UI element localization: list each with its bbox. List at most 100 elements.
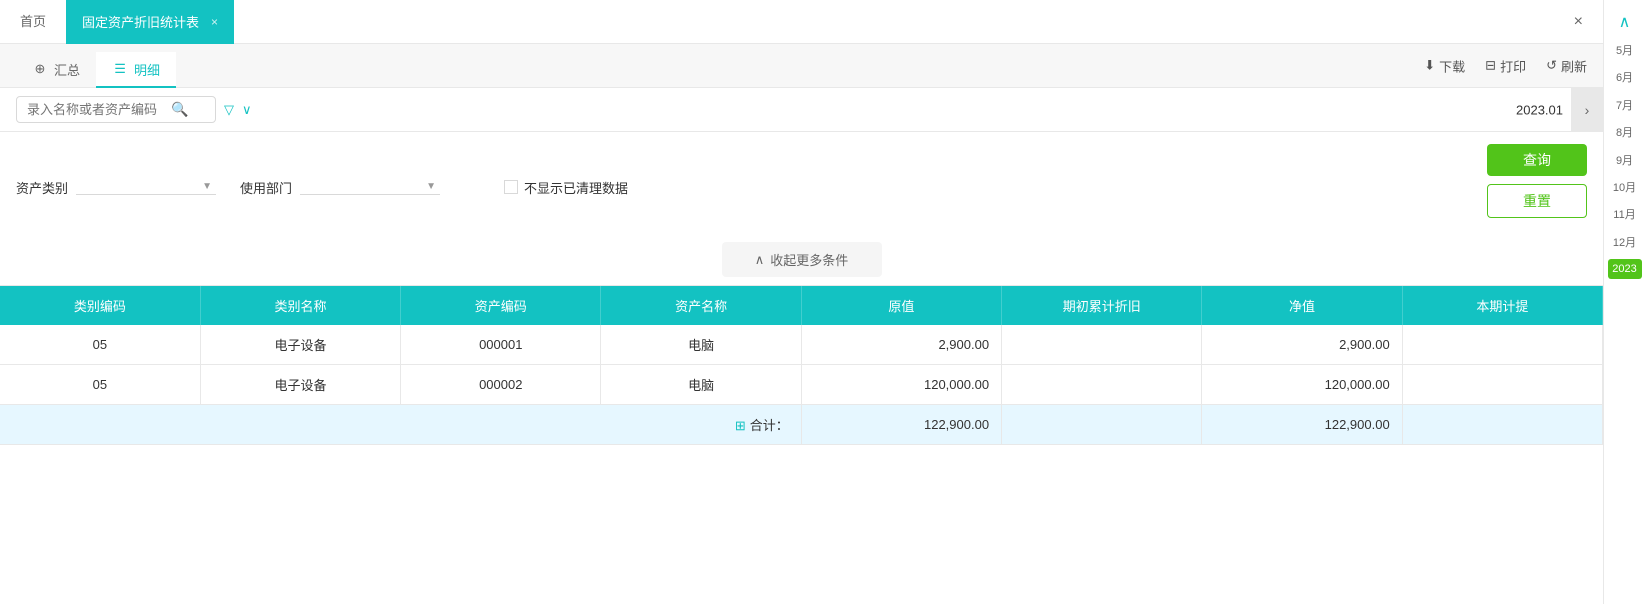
download-button[interactable]: ⬇ 下载 bbox=[1424, 56, 1465, 75]
col-net-value: 净值 bbox=[1202, 286, 1402, 325]
sidebar-scroll-up[interactable]: ∧ bbox=[1615, 8, 1635, 36]
nav-tab-fixed-assets[interactable]: 固定资产折旧统计表 × bbox=[66, 0, 234, 44]
filter-area: 资产类别 ▼ 使用部门 ▼ 不显示已清理数据 查询 重置 bbox=[0, 132, 1603, 286]
search-input[interactable] bbox=[27, 102, 167, 117]
summary-icon: ⊕ bbox=[32, 61, 48, 77]
sidebar-month-item[interactable]: 5月 bbox=[1609, 38, 1640, 65]
collapse-up-icon: ∧ bbox=[755, 252, 765, 268]
top-nav: 首页 固定资产折旧统计表 × × bbox=[0, 0, 1603, 44]
total-original-value: 122,900.00 bbox=[801, 405, 1001, 445]
total-label: ⊞合计： bbox=[0, 405, 801, 445]
refresh-label: 刷新 bbox=[1561, 56, 1587, 75]
toolbar-right: ⬇ 下载 ⊟ 打印 ↺ 刷新 bbox=[1424, 56, 1587, 75]
filter-actions: 查询 重置 bbox=[1487, 144, 1587, 218]
col-category-name: 类别名称 bbox=[200, 286, 400, 325]
col-asset-code: 资产编码 bbox=[401, 286, 601, 325]
close-window-button[interactable]: × bbox=[1574, 13, 1583, 31]
search-bar: 🔍 ▽ ∨ 2023.01 › bbox=[0, 88, 1603, 132]
cell-category-code: 05 bbox=[0, 325, 200, 365]
sidebar-month-item[interactable]: 7月 bbox=[1609, 93, 1640, 120]
asset-category-select[interactable]: ▼ bbox=[76, 179, 216, 195]
sidebar-month-item[interactable]: 6月 bbox=[1609, 65, 1640, 92]
print-icon: ⊟ bbox=[1485, 58, 1496, 74]
table-total-row: ⊞合计： 122,900.00 122,900.00 bbox=[0, 405, 1603, 445]
arrow-right-button[interactable]: › bbox=[1571, 88, 1603, 131]
tab-label: 固定资产折旧统计表 bbox=[82, 12, 199, 31]
data-table: 类别编码 类别名称 资产编码 资产名称 原值 期初累计折旧 净值 本期计提 05… bbox=[0, 286, 1603, 445]
sidebar-month-item[interactable]: 12月 bbox=[1609, 230, 1640, 257]
filter-icon: ▽ bbox=[224, 102, 234, 118]
col-accumulated-depreciation: 期初累计折旧 bbox=[1002, 286, 1202, 325]
query-button[interactable]: 查询 bbox=[1487, 144, 1587, 176]
reset-button[interactable]: 重置 bbox=[1487, 184, 1587, 218]
chevron-down-icon: ∨ bbox=[242, 102, 252, 118]
cell-original-value: 2,900.00 bbox=[801, 325, 1001, 365]
search-icon: 🔍 bbox=[171, 101, 188, 118]
cell-asset-code: 000001 bbox=[401, 325, 601, 365]
asset-category-label: 资产类别 bbox=[16, 178, 68, 197]
sidebar-year-badge[interactable]: 2023 bbox=[1608, 259, 1642, 279]
asset-category-filter: 资产类别 ▼ bbox=[16, 178, 216, 197]
nav-home[interactable]: 首页 bbox=[0, 0, 66, 44]
cell-asset-code: 000002 bbox=[401, 365, 601, 405]
search-input-wrap[interactable]: 🔍 bbox=[16, 96, 216, 123]
cell-accumulated-depreciation bbox=[1002, 365, 1202, 405]
table-header-row: 类别编码 类别名称 资产编码 资产名称 原值 期初累计折旧 净值 本期计提 bbox=[0, 286, 1603, 325]
table-row: 05 电子设备 000002 电脑 120,000.00 120,000.00 bbox=[0, 365, 1603, 405]
tab-close-icon[interactable]: × bbox=[211, 15, 218, 29]
cell-asset-name: 电脑 bbox=[601, 325, 801, 365]
sidebar-month-item[interactable]: 11月 bbox=[1609, 202, 1640, 229]
cell-category-name: 电子设备 bbox=[200, 325, 400, 365]
department-filter: 使用部门 ▼ bbox=[240, 178, 440, 197]
hide-cleared-filter[interactable]: 不显示已清理数据 bbox=[504, 178, 628, 197]
collapse-button[interactable]: ∧ 收起更多条件 bbox=[722, 242, 882, 277]
col-original-value: 原值 bbox=[801, 286, 1001, 325]
cell-category-code: 05 bbox=[0, 365, 200, 405]
sub-tab-bar: ⊕ 汇总 ☰ 明细 ⬇ 下载 ⊟ 打印 ↺ 刷新 bbox=[0, 44, 1603, 88]
total-current-period bbox=[1402, 405, 1602, 445]
asset-category-arrow: ▼ bbox=[202, 181, 212, 192]
detail-icon: ☰ bbox=[112, 61, 128, 77]
tab-summary[interactable]: ⊕ 汇总 bbox=[16, 52, 96, 88]
cell-net-value: 120,000.00 bbox=[1202, 365, 1402, 405]
print-label: 打印 bbox=[1500, 56, 1526, 75]
total-net-value: 122,900.00 bbox=[1202, 405, 1402, 445]
arrow-right-icon: › bbox=[1585, 102, 1590, 118]
hide-cleared-checkbox[interactable] bbox=[504, 180, 518, 194]
cell-net-value: 2,900.00 bbox=[1202, 325, 1402, 365]
cell-accumulated-depreciation bbox=[1002, 325, 1202, 365]
hide-cleared-label: 不显示已清理数据 bbox=[524, 178, 628, 197]
department-select[interactable]: ▼ bbox=[300, 179, 440, 195]
table-row: 05 电子设备 000001 电脑 2,900.00 2,900.00 bbox=[0, 325, 1603, 365]
more-conditions-button[interactable]: ▽ ∨ bbox=[224, 102, 252, 118]
cell-asset-name: 电脑 bbox=[601, 365, 801, 405]
print-button[interactable]: ⊟ 打印 bbox=[1485, 56, 1526, 75]
cell-category-name: 电子设备 bbox=[200, 365, 400, 405]
detail-tab-label: 明细 bbox=[134, 60, 160, 79]
sidebar-month-item[interactable]: 9月 bbox=[1609, 148, 1640, 175]
refresh-icon: ↺ bbox=[1546, 58, 1557, 74]
main-area: 首页 固定资产折旧统计表 × × ⊕ 汇总 ☰ 明细 ⬇ 下载 ⊟ 打印 ↺ bbox=[0, 0, 1603, 604]
col-current-period: 本期计提 bbox=[1402, 286, 1602, 325]
download-icon: ⬇ bbox=[1424, 58, 1435, 74]
department-arrow: ▼ bbox=[426, 181, 436, 192]
summary-tab-label: 汇总 bbox=[54, 60, 80, 79]
date-label: 2023.01 bbox=[1516, 102, 1563, 117]
col-category-code: 类别编码 bbox=[0, 286, 200, 325]
table-container: 类别编码 类别名称 资产编码 资产名称 原值 期初累计折旧 净值 本期计提 05… bbox=[0, 286, 1603, 604]
refresh-button[interactable]: ↺ 刷新 bbox=[1546, 56, 1587, 75]
sidebar-months: 5月6月7月8月9月10月11月12月 bbox=[1609, 38, 1640, 257]
cell-current-period bbox=[1402, 365, 1602, 405]
total-accumulated-depreciation bbox=[1002, 405, 1202, 445]
download-label: 下载 bbox=[1439, 56, 1465, 75]
sidebar-month-item[interactable]: 8月 bbox=[1609, 120, 1640, 147]
col-asset-name: 资产名称 bbox=[601, 286, 801, 325]
sidebar-month-item[interactable]: 10月 bbox=[1609, 175, 1640, 202]
tab-detail[interactable]: ☰ 明细 bbox=[96, 52, 176, 88]
filter-row: 资产类别 ▼ 使用部门 ▼ 不显示已清理数据 查询 重置 bbox=[16, 144, 1587, 230]
department-label: 使用部门 bbox=[240, 178, 292, 197]
total-icon: ⊞ bbox=[735, 418, 746, 433]
cell-current-period bbox=[1402, 325, 1602, 365]
collapse-label: 收起更多条件 bbox=[770, 250, 848, 269]
right-sidebar: ∧ 5月6月7月8月9月10月11月12月 2023 bbox=[1603, 0, 1645, 604]
